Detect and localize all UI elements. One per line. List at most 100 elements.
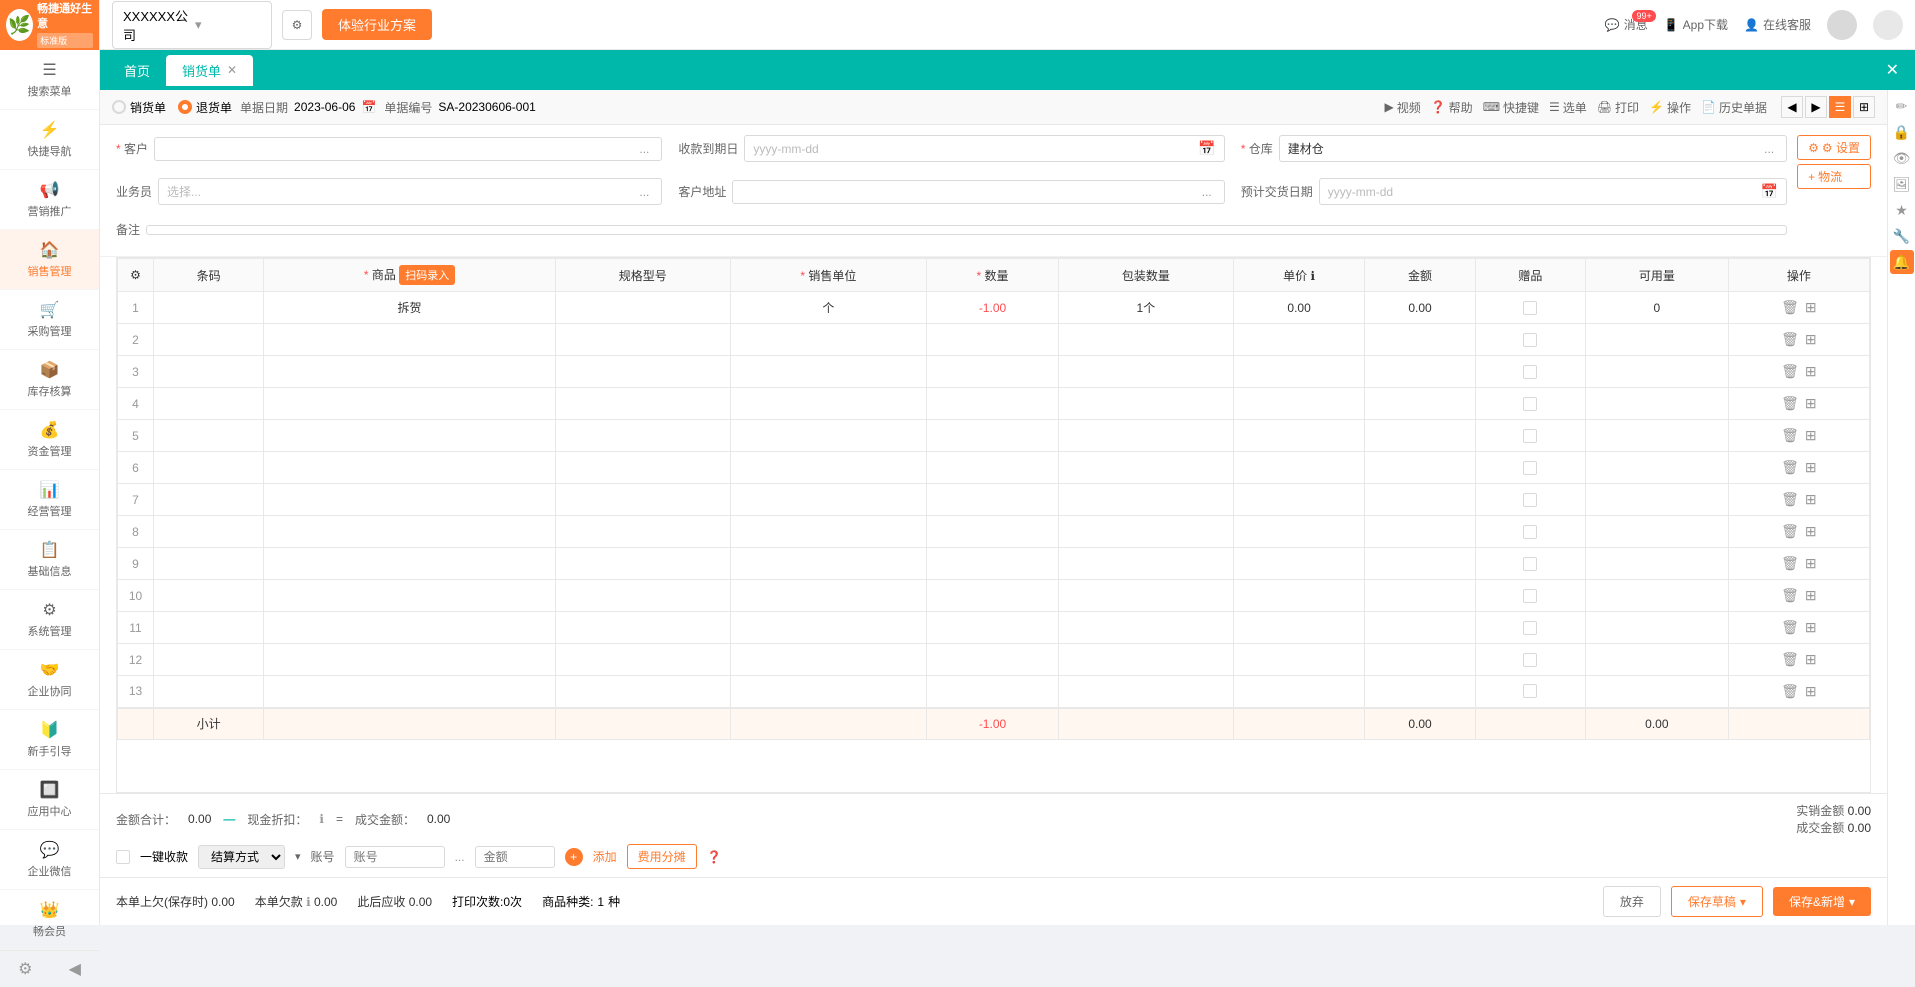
delete-row-btn[interactable]: 🗑 (1781, 427, 1799, 444)
cell-pkg-qty[interactable] (1058, 548, 1233, 580)
sidebar-item-operations[interactable]: 📊 经营管理 (0, 470, 99, 530)
cell-amount[interactable] (1365, 388, 1475, 420)
cell-gift[interactable] (1475, 324, 1585, 356)
copy-row-btn[interactable]: ⊞ (1805, 651, 1817, 668)
copy-row-btn[interactable]: ⊞ (1805, 363, 1817, 380)
message-button[interactable]: 💬 消息 99+ (1605, 16, 1648, 33)
table-settings-icon[interactable]: ⚙ (130, 268, 141, 282)
video-btn[interactable]: ▶ 视频 (1384, 99, 1420, 116)
due-date-calendar-icon[interactable]: 📅 (1198, 140, 1215, 157)
cell-pkg-qty[interactable] (1058, 324, 1233, 356)
cell-barcode[interactable] (154, 580, 264, 612)
delete-row-btn[interactable]: 🗑 (1781, 651, 1799, 668)
settings-button[interactable]: ⚙ ⚙ 设置 (1797, 135, 1871, 160)
cell-unit-price[interactable] (1233, 484, 1365, 516)
cell-qty[interactable] (927, 484, 1059, 516)
cell-spec[interactable] (555, 644, 730, 676)
cell-barcode[interactable] (154, 644, 264, 676)
right-panel-lock-btn[interactable]: 🔒 (1890, 120, 1914, 144)
cell-barcode[interactable] (154, 292, 264, 324)
user-avatar[interactable] (1827, 10, 1857, 40)
warehouse-input-box[interactable]: 建材仓 ... (1279, 135, 1787, 162)
delete-row-btn[interactable]: 🗑 (1781, 331, 1799, 348)
select-order-btn[interactable]: ☰ 选单 (1549, 99, 1587, 116)
cell-amount[interactable] (1365, 644, 1475, 676)
cell-product[interactable]: 拆贺 (264, 292, 555, 324)
cell-gift[interactable] (1475, 356, 1585, 388)
cell-pkg-qty[interactable] (1058, 644, 1233, 676)
cell-qty[interactable]: -1.00 (927, 292, 1059, 324)
tab-sales-order[interactable]: 销货单 ✕ (166, 55, 253, 86)
note-input[interactable] (146, 225, 1787, 235)
sidebar-item-basic-info[interactable]: 📋 基础信息 (0, 530, 99, 590)
cell-gift[interactable] (1475, 484, 1585, 516)
right-panel-eye-btn[interactable]: 👁 (1890, 146, 1914, 170)
cell-spec[interactable] (555, 484, 730, 516)
calendar-icon[interactable]: 📅 (361, 100, 376, 114)
sidebar-item-inventory[interactable]: 📦 库存核算 (0, 350, 99, 410)
cell-unit-price[interactable] (1233, 388, 1365, 420)
cell-gift[interactable] (1475, 676, 1585, 708)
right-panel-edit-btn[interactable]: ✏ (1890, 94, 1914, 118)
cell-gift[interactable] (1475, 388, 1585, 420)
cell-unit[interactable] (730, 676, 926, 708)
gift-checkbox[interactable] (1523, 461, 1537, 475)
delete-row-btn[interactable]: 🗑 (1781, 587, 1799, 604)
cell-qty[interactable] (927, 388, 1059, 420)
sidebar-item-guide[interactable]: 🔰 新手引导 (0, 710, 99, 770)
customer-addr-dots[interactable]: ... (1198, 185, 1216, 199)
settlement-method-select[interactable]: 结算方式 (198, 845, 285, 869)
expense-help-icon[interactable]: ❓ (707, 850, 722, 864)
cell-amount[interactable] (1365, 548, 1475, 580)
user-avatar-2[interactable] (1873, 10, 1903, 40)
col-settings[interactable]: ⚙ (118, 259, 154, 292)
cell-spec[interactable] (555, 676, 730, 708)
cell-gift[interactable] (1475, 452, 1585, 484)
cell-spec[interactable] (555, 356, 730, 388)
cell-unit[interactable] (730, 516, 926, 548)
sidebar-item-finance[interactable]: 💰 资金管理 (0, 410, 99, 470)
cell-product[interactable] (264, 484, 555, 516)
cell-unit-price[interactable] (1233, 356, 1365, 388)
cell-amount[interactable] (1365, 676, 1475, 708)
cell-product[interactable] (264, 356, 555, 388)
delete-row-btn[interactable]: 🗑 (1781, 395, 1799, 412)
customer-dots[interactable]: ... (635, 142, 653, 156)
operation-btn[interactable]: ⚡ 操作 (1649, 99, 1691, 116)
cell-barcode[interactable] (154, 420, 264, 452)
history-btn[interactable]: 📄 历史单据 (1701, 99, 1767, 116)
help-btn[interactable]: ❓ 帮助 (1431, 99, 1473, 116)
right-panel-alert-btn[interactable]: 🔔 (1890, 250, 1914, 274)
gift-checkbox[interactable] (1523, 589, 1537, 603)
sidebar-item-search[interactable]: ☰ 搜索菜单 (0, 50, 99, 110)
cell-unit[interactable] (730, 356, 926, 388)
copy-row-btn[interactable]: ⊞ (1805, 459, 1817, 476)
cell-spec[interactable] (555, 388, 730, 420)
add-payment-button[interactable]: + (565, 848, 583, 866)
cell-product[interactable] (264, 516, 555, 548)
gift-checkbox[interactable] (1523, 493, 1537, 507)
trial-button[interactable]: 体验行业方案 (322, 9, 432, 40)
cell-spec[interactable] (555, 516, 730, 548)
cell-gift[interactable] (1475, 644, 1585, 676)
sidebar-item-wechat[interactable]: 💬 企业微信 (0, 830, 99, 890)
cell-barcode[interactable] (154, 516, 264, 548)
gift-checkbox[interactable] (1523, 621, 1537, 635)
cell-qty[interactable] (927, 548, 1059, 580)
cell-unit-price[interactable] (1233, 324, 1365, 356)
gift-checkbox[interactable] (1523, 365, 1537, 379)
cell-pkg-qty[interactable] (1058, 516, 1233, 548)
online-service-button[interactable]: 👤 在线客服 (1744, 16, 1811, 33)
shortcut-btn[interactable]: ⌨ 快捷键 (1483, 99, 1539, 116)
logistics-button[interactable]: + 物流 (1797, 164, 1871, 189)
cell-gift[interactable] (1475, 612, 1585, 644)
gift-checkbox[interactable] (1523, 397, 1537, 411)
sidebar-item-enterprise[interactable]: 🤝 企业协同 (0, 650, 99, 710)
cell-qty[interactable] (927, 324, 1059, 356)
print-btn[interactable]: 🖨 打印 (1597, 99, 1639, 116)
cell-pkg-qty[interactable]: 1个 (1058, 292, 1233, 324)
amount-input[interactable] (475, 846, 555, 868)
delete-row-btn[interactable]: 🗑 (1781, 491, 1799, 508)
sidebar-item-marketing[interactable]: 📢 营销推广 (0, 170, 99, 230)
right-panel-tool-btn[interactable]: 🔧 (1890, 224, 1914, 248)
